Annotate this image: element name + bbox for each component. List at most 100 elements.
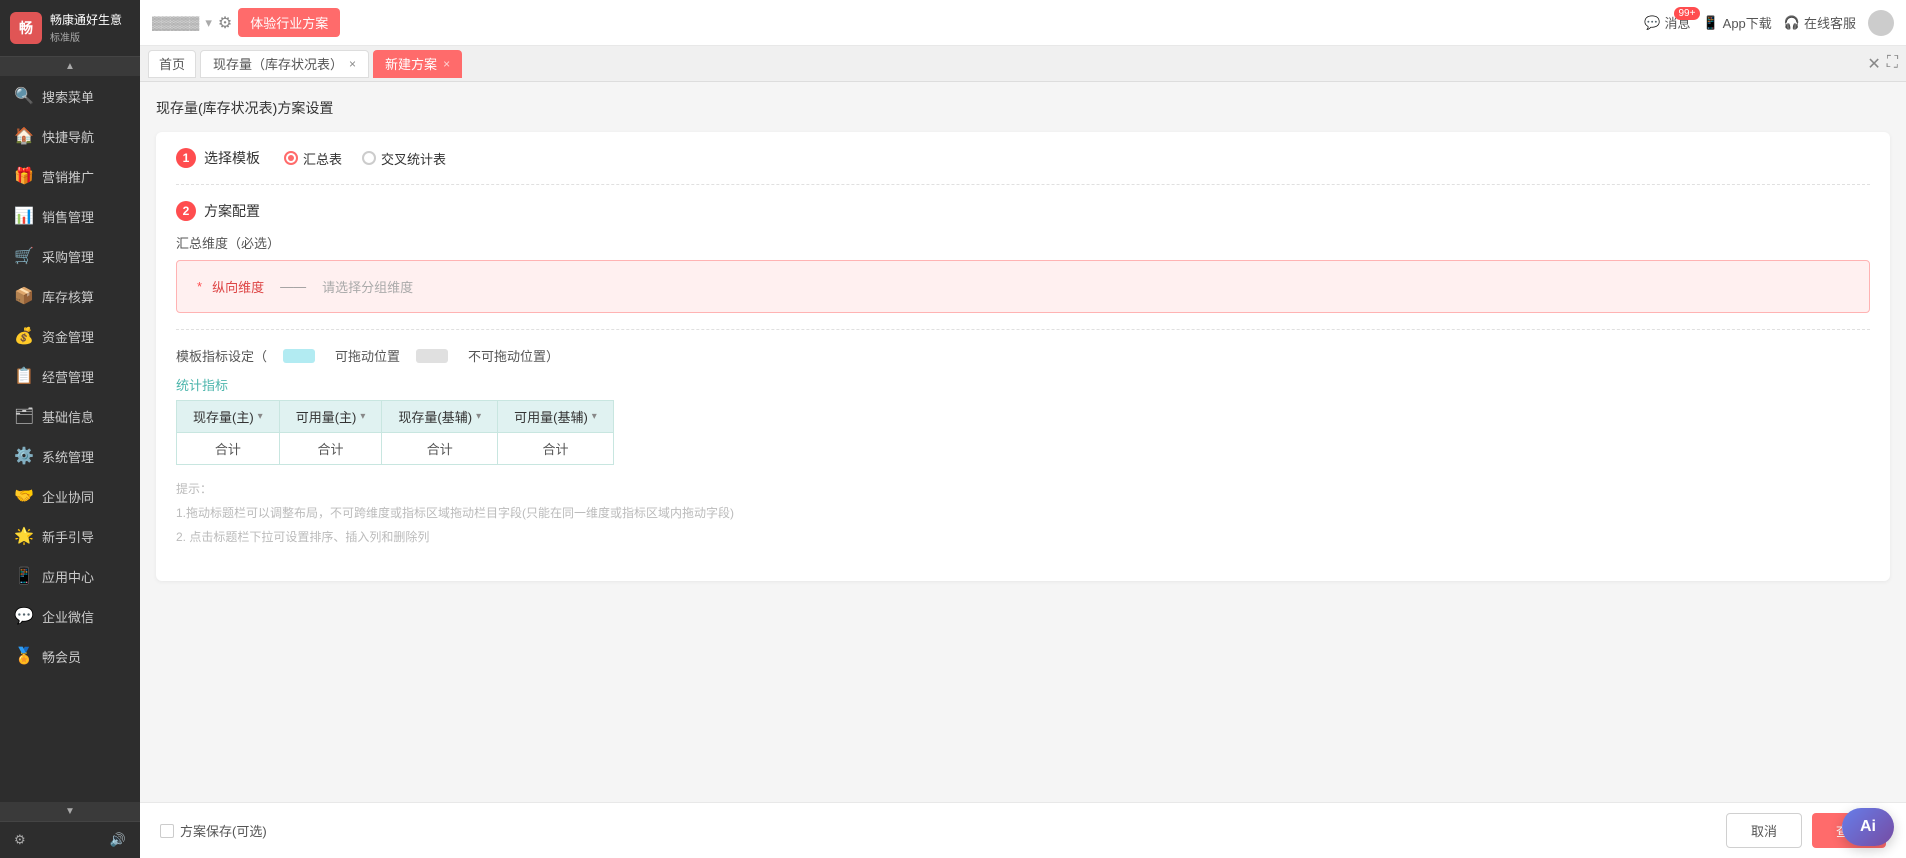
settings-card: 1 选择模板 汇总表 交叉统计表 [156, 132, 1890, 581]
col-name-0: 现存量(主) [193, 407, 254, 426]
wechat-icon: 💬 [14, 606, 34, 626]
sales-icon: 📊 [14, 206, 34, 226]
sidebar-item-quick-nav[interactable]: 🏠 快捷导航 [0, 116, 140, 156]
dimension-alert-box[interactable]: * 纵向维度 —— 请选择分组维度 [176, 260, 1870, 313]
movable-indicator-swatch [283, 349, 315, 363]
sidebar-item-finance[interactable]: 💰 资金管理 [0, 316, 140, 356]
search-menu-label: 搜索菜单 [42, 87, 94, 106]
col-chevron-2[interactable]: ▾ [476, 411, 481, 422]
sidebar-item-base-info[interactable]: 🗂 基础信息 [0, 396, 140, 436]
settings-icon[interactable]: ⚙ [14, 832, 26, 848]
col-header-0[interactable]: 现存量(主) ▾ [177, 401, 280, 433]
step1-badge: 1 [176, 148, 196, 168]
message-badge: 99+ [1674, 7, 1701, 20]
sound-icon[interactable]: 🔊 [110, 832, 126, 848]
gear-icon[interactable]: ⚙ [218, 13, 232, 33]
sidebar-item-wechat[interactable]: 💬 企业微信 [0, 596, 140, 636]
sidebar-logo: 畅 畅康通好生意 标准版 [0, 0, 140, 57]
radio-cross[interactable]: 交叉统计表 [362, 149, 446, 168]
sidebar-item-system[interactable]: ⚙️ 系统管理 [0, 436, 140, 476]
sidebar-item-enterprise[interactable]: 🤝 企业协同 [0, 476, 140, 516]
sidebar-scroll-down[interactable]: ▼ [0, 802, 140, 821]
radio-summary[interactable]: 汇总表 [284, 149, 342, 168]
sidebar-item-sales[interactable]: 📊 销售管理 [0, 196, 140, 236]
tab-inventory-close-icon[interactable]: × [349, 57, 356, 71]
radio-cross-label: 交叉统计表 [381, 149, 446, 168]
wechat-label: 企业微信 [42, 607, 94, 626]
template-radio-group: 汇总表 交叉统计表 [284, 149, 446, 168]
search-menu-icon: 🔍 [14, 86, 34, 106]
topbar-right: 💬 消息 99+ 📱 App下载 🎧 在线客服 [1644, 10, 1894, 36]
marketing-label: 营销推广 [42, 167, 94, 186]
tab-new-plan[interactable]: 新建方案 × [373, 50, 462, 78]
purchase-label: 采购管理 [42, 247, 94, 266]
content-area: 现存量(库存状况表)方案设置 1 选择模板 汇总表 交叉统计表 [140, 82, 1906, 802]
sidebar-item-inventory[interactable]: 📦 库存核算 [0, 276, 140, 316]
base-info-label: 基础信息 [42, 407, 94, 426]
service-icon: 🎧 [1784, 15, 1800, 31]
message-icon: 💬 [1644, 15, 1660, 31]
sidebar-nav: 🔍 搜索菜单 🏠 快捷导航 🎁 营销推广 📊 销售管理 🛒 采购管理 📦 库存核… [0, 76, 140, 802]
tab-inventory-status[interactable]: 现存量（库存状况表） × [200, 50, 369, 78]
tab-new-plan-close-icon[interactable]: × [443, 57, 450, 71]
system-icon: ⚙️ [14, 446, 34, 466]
indicator-divider [176, 329, 1870, 330]
indicator-setting-label: 模板指标设定（ [176, 346, 267, 365]
col-header-1[interactable]: 可用量(主) ▾ [279, 401, 382, 433]
tips-title: 提示： [176, 482, 212, 496]
sidebar-item-marketing[interactable]: 🎁 营销推广 [0, 156, 140, 196]
finance-icon: 💰 [14, 326, 34, 346]
sidebar-item-operations[interactable]: 📋 经营管理 [0, 356, 140, 396]
dimension-field-label: 纵向维度 [212, 277, 264, 296]
app-download-button[interactable]: 📱 App下载 [1702, 13, 1771, 32]
col-chevron-0[interactable]: ▾ [258, 411, 263, 422]
quick-nav-icon: 🏠 [14, 126, 34, 146]
col-header-3[interactable]: 可用量(基辅) ▾ [498, 401, 614, 433]
step2-section: 2 方案配置 汇总维度（必选） * 纵向维度 —— 请选择分组维度 模板指标设定… [176, 201, 1870, 549]
topbar-chevron-icon: ▾ [205, 15, 212, 31]
stats-label: 统计指标 [176, 375, 1870, 394]
table-row: 合计 合计 合计 合计 [177, 433, 614, 465]
required-mark: * [197, 279, 202, 294]
quick-nav-label: 快捷导航 [42, 127, 94, 146]
topbar-left: ▓▓▓▓▓ ▾ ⚙ 体验行业方案 [152, 8, 1636, 37]
step1-header: 1 选择模板 汇总表 交叉统计表 [176, 148, 1870, 168]
col-chevron-1[interactable]: ▾ [360, 411, 365, 422]
sidebar-scroll-up[interactable]: ▲ [0, 57, 140, 76]
inventory-label: 库存核算 [42, 287, 94, 306]
col-header-2[interactable]: 现存量(基辅) ▾ [382, 401, 498, 433]
marketing-icon: 🎁 [14, 166, 34, 186]
cancel-button[interactable]: 取消 [1726, 813, 1802, 848]
tab-home[interactable]: 首页 [148, 50, 196, 78]
new-guide-icon: 🌟 [14, 526, 34, 546]
app-label: App下载 [1723, 13, 1772, 32]
sidebar-item-search-menu[interactable]: 🔍 搜索菜单 [0, 76, 140, 116]
save-checkbox[interactable] [160, 824, 174, 838]
industry-plan-button[interactable]: 体验行业方案 [238, 8, 340, 37]
radio-summary-label: 汇总表 [303, 149, 342, 168]
app-edition: 标准版 [50, 29, 122, 44]
movable-label: 可拖动位置 [335, 346, 400, 365]
topbar: ▓▓▓▓▓ ▾ ⚙ 体验行业方案 💬 消息 99+ 📱 App下载 🎧 在线客服 [140, 0, 1906, 46]
online-service-button[interactable]: 🎧 在线客服 [1784, 13, 1856, 32]
membership-label: 畅会员 [42, 647, 81, 666]
col-name-1: 可用量(主) [296, 407, 357, 426]
col-name-2: 现存量(基辅) [398, 407, 472, 426]
ai-float-button[interactable]: Ai [1842, 808, 1894, 846]
user-avatar[interactable] [1868, 10, 1894, 36]
sidebar-item-new-guide[interactable]: 🌟 新手引导 [0, 516, 140, 556]
window-expand-icon[interactable]: ⛶ [1887, 54, 1898, 74]
col-chevron-3[interactable]: ▾ [592, 411, 597, 422]
window-close-icon[interactable]: ✕ [1867, 54, 1880, 74]
membership-icon: 🏅 [14, 646, 34, 666]
app-center-icon: 📱 [14, 566, 34, 586]
tip-1: 1.拖动标题栏可以调整布局，不可跨维度或指标区域拖动栏目字段(只能在同一维度或指… [176, 501, 1870, 525]
sidebar-item-purchase[interactable]: 🛒 采购管理 [0, 236, 140, 276]
step2-header: 2 方案配置 [176, 201, 1870, 221]
summary-dim-label: 汇总维度（必选） [176, 233, 1870, 252]
message-button[interactable]: 💬 消息 99+ [1644, 13, 1690, 32]
sidebar-item-membership[interactable]: 🏅 畅会员 [0, 636, 140, 676]
sidebar-item-app-center[interactable]: 📱 应用中心 [0, 556, 140, 596]
cell-0-1: 合计 [279, 433, 382, 465]
sales-label: 销售管理 [42, 207, 94, 226]
